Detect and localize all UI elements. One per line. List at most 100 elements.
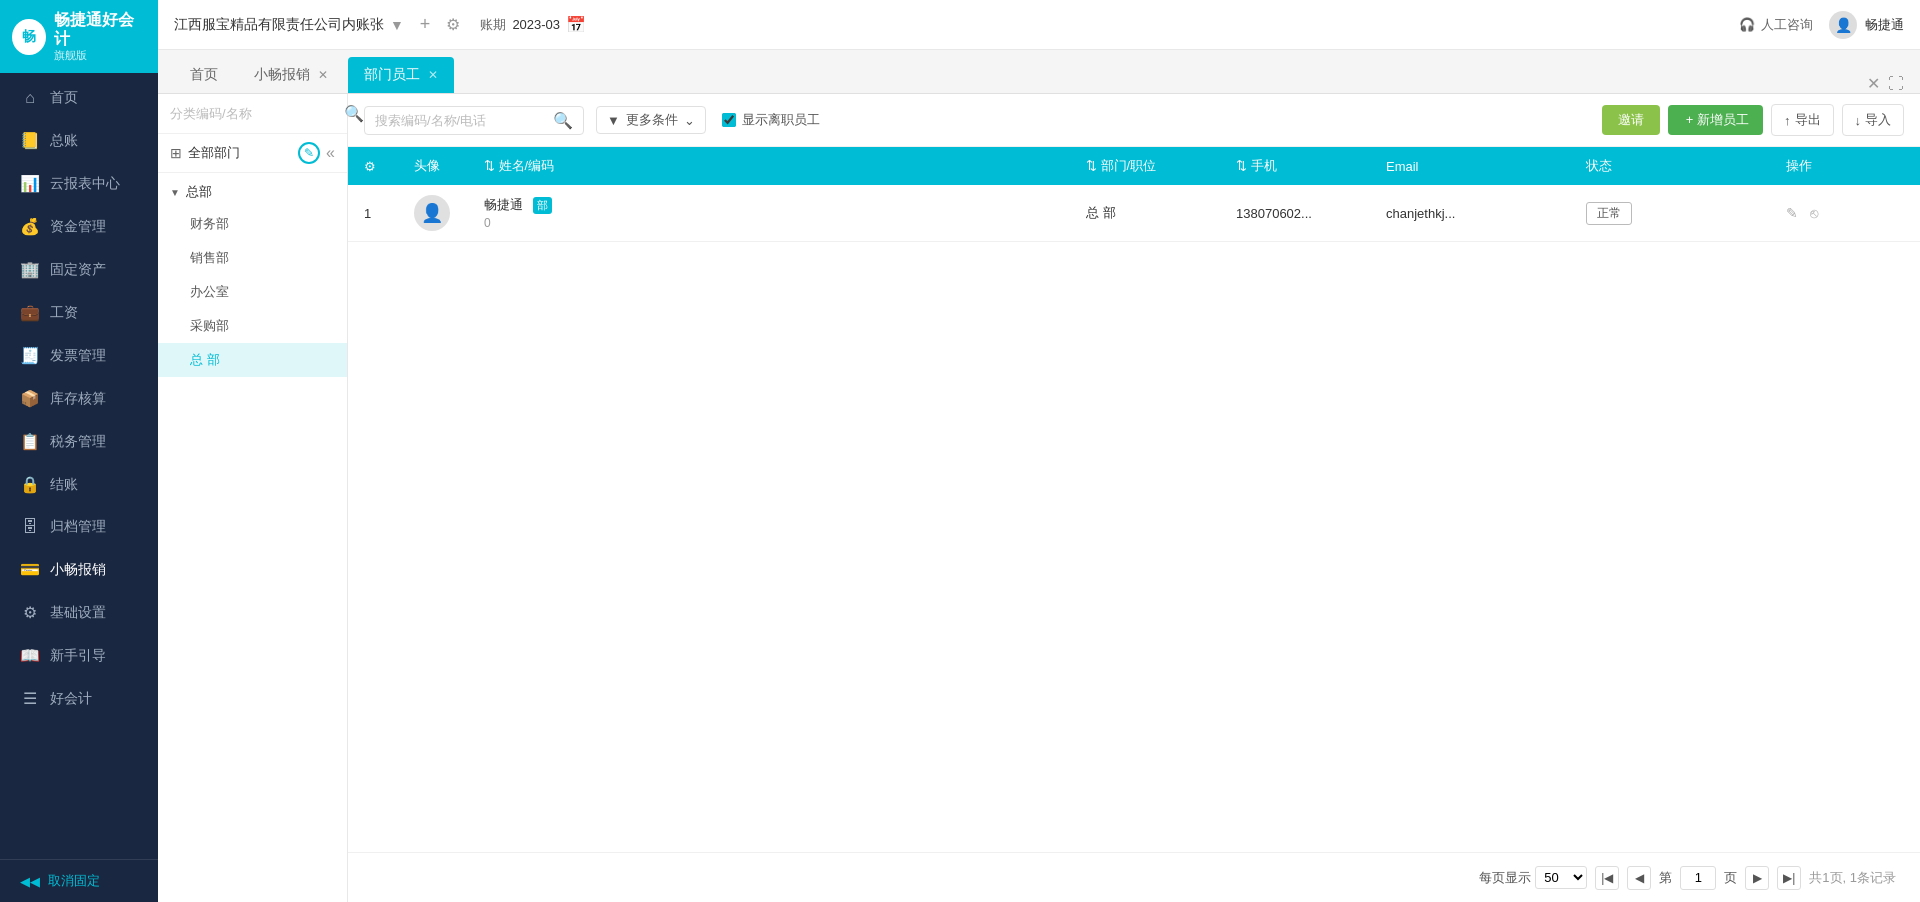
sidebar-item-salary[interactable]: 💼 工资 — [0, 291, 158, 334]
tab-dept-label: 部门员工 — [364, 66, 420, 84]
col-phone[interactable]: ⇅ 手机 — [1220, 147, 1370, 185]
sidebar-item-home[interactable]: ⌂ 首页 — [0, 77, 158, 119]
import-button[interactable]: ↓ 导入 — [1842, 104, 1905, 136]
inventory-icon: 📦 — [20, 389, 40, 408]
company-settings-icon[interactable]: ⚙ — [446, 15, 460, 34]
sidebar-item-settings[interactable]: ⚙ 基础设置 — [0, 591, 158, 634]
invite-button[interactable]: 邀请 — [1602, 105, 1660, 135]
cell-name: 畅捷通 部 0 — [468, 185, 1070, 242]
sidebar-item-archive[interactable]: 🗄 归档管理 — [0, 506, 158, 548]
last-page-button[interactable]: ▶| — [1777, 866, 1801, 890]
page-total: 共1页, 1条记录 — [1809, 869, 1896, 887]
tab-expense-close[interactable]: ✕ — [318, 68, 328, 82]
next-page-button[interactable]: ▶ — [1745, 866, 1769, 890]
col-name[interactable]: ⇅ 姓名/编码 — [468, 147, 1070, 185]
service-button[interactable]: 🎧 人工咨询 — [1739, 16, 1813, 34]
sidebar-item-closing[interactable]: 🔒 结账 — [0, 463, 158, 506]
content-area: 🔍 ⊞ 全部部门 ✎ « ▼ 总部 财务部 销售部 — [158, 94, 1920, 902]
page-number-input[interactable] — [1680, 866, 1716, 890]
cell-avatar: 👤 — [398, 185, 468, 242]
calendar-icon[interactable]: 📅 — [566, 15, 586, 34]
topbar-right: 🎧 人工咨询 👤 畅捷通 — [1739, 11, 1904, 39]
sidebar-item-fixed-assets[interactable]: 🏢 固定资产 — [0, 248, 158, 291]
page-no-label: 第 — [1659, 869, 1672, 887]
tabbar: 首页 小畅报销 ✕ 部门员工 ✕ ✕ ⛶ — [158, 50, 1920, 94]
sidebar-item-funds[interactable]: 💰 资金管理 — [0, 205, 158, 248]
sidebar-item-expense[interactable]: 💳 小畅报销 — [0, 548, 158, 591]
dept-item-sales[interactable]: 销售部 — [158, 241, 347, 275]
page-size-label: 每页显示 — [1479, 869, 1531, 887]
dept-item-general[interactable]: 总 部 — [158, 343, 347, 377]
user-menu[interactable]: 👤 畅捷通 — [1829, 11, 1904, 39]
dept-collapse-icon[interactable]: « — [326, 144, 335, 162]
dept-edit-icon[interactable]: ✎ — [298, 142, 320, 164]
show-resigned-checkbox[interactable] — [722, 113, 736, 127]
unpin-icon: ◀◀ — [20, 874, 40, 889]
guide-icon: 📖 — [20, 646, 40, 665]
import-label: 导入 — [1865, 111, 1891, 129]
sidebar-item-reports[interactable]: 📊 云报表中心 — [0, 162, 158, 205]
prev-page-button[interactable]: ◀ — [1627, 866, 1651, 890]
export-button[interactable]: ↑ 导出 — [1771, 104, 1834, 136]
archive-icon: 🗄 — [20, 518, 40, 536]
filter-button[interactable]: ▼ 更多条件 ⌄ — [596, 106, 706, 134]
cell-actions: ✎ ⎋ — [1770, 185, 1920, 242]
sidebar-item-invoice[interactable]: 🧾 发票管理 — [0, 334, 158, 377]
sidebar-item-guide[interactable]: 📖 新手引导 — [0, 634, 158, 677]
sidebar-item-label: 归档管理 — [50, 518, 106, 536]
employee-avatar: 👤 — [414, 195, 450, 231]
add-company-button[interactable]: + — [416, 14, 435, 35]
dept-item-finance[interactable]: 财务部 — [158, 207, 347, 241]
home-icon: ⌂ — [20, 89, 40, 107]
employee-code: 0 — [484, 216, 1054, 230]
col-dept[interactable]: ⇅ 部门/职位 — [1070, 147, 1220, 185]
sidebar-unpin[interactable]: ◀◀ 取消固定 — [0, 859, 158, 902]
company-name: 江西服宝精品有限责任公司内账张 — [174, 16, 384, 34]
add-employee-button[interactable]: + 新增员工 — [1668, 105, 1763, 135]
tab-expense-label: 小畅报销 — [254, 66, 310, 84]
period-value[interactable]: 2023-03 — [512, 17, 560, 32]
cell-status: 正常 — [1570, 185, 1770, 242]
table-row: 1 👤 畅捷通 部 0 总 部 — [348, 185, 1920, 242]
sidebar-item-tax[interactable]: 📋 税务管理 — [0, 420, 158, 463]
close-all-icon[interactable]: ✕ — [1867, 74, 1880, 93]
pagination: 每页显示 50 20 100 |◀ ◀ 第 页 ▶ ▶| 共1页, 1条记录 — [348, 852, 1920, 902]
delete-button[interactable]: ⎋ — [1810, 205, 1818, 221]
tabbar-actions: ✕ ⛶ — [1867, 74, 1904, 93]
employee-toolbar: 🔍 ▼ 更多条件 ⌄ 显示离职员工 邀请 + 新增员工 — [348, 94, 1920, 147]
employee-search-input[interactable] — [375, 113, 547, 128]
col-actions: 操作 — [1770, 147, 1920, 185]
employee-search-bar: 🔍 — [364, 106, 584, 135]
col-settings[interactable]: ⚙ — [348, 147, 398, 185]
company-selector[interactable]: 江西服宝精品有限责任公司内账张 ▼ — [174, 16, 404, 34]
dept-item-office[interactable]: 办公室 — [158, 275, 347, 309]
sidebar-item-label: 好会计 — [50, 690, 92, 708]
sidebar-item-inventory[interactable]: 📦 库存核算 — [0, 377, 158, 420]
expense-icon: 💳 — [20, 560, 40, 579]
dept-search-input[interactable] — [170, 106, 338, 121]
all-dept-label: 全部部门 — [188, 144, 292, 162]
show-resigned-group: 显示离职员工 — [722, 111, 820, 129]
cell-dept: 总 部 — [1070, 185, 1220, 242]
sidebar-logo[interactable]: 畅 畅捷通好会计 旗舰版 — [0, 0, 158, 73]
tab-dept-close[interactable]: ✕ — [428, 68, 438, 82]
dept-search-bar: 🔍 — [158, 94, 347, 134]
tab-expense[interactable]: 小畅报销 ✕ — [238, 57, 344, 93]
col-avatar: 头像 — [398, 147, 468, 185]
sidebar-item-label: 工资 — [50, 304, 78, 322]
sidebar-item-label: 首页 — [50, 89, 78, 107]
logo-icon: 畅 — [12, 19, 46, 55]
sidebar-item-general-ledger[interactable]: 📒 总账 — [0, 119, 158, 162]
dept-item-purchase[interactable]: 采购部 — [158, 309, 347, 343]
tab-dept-employee[interactable]: 部门员工 ✕ — [348, 57, 454, 93]
fullscreen-icon[interactable]: ⛶ — [1888, 75, 1904, 93]
sidebar-item-more[interactable]: ☰ 好会计 — [0, 677, 158, 720]
tab-home[interactable]: 首页 — [174, 57, 234, 93]
add-employee-label: + 新增员工 — [1686, 111, 1749, 129]
sidebar-item-label: 基础设置 — [50, 604, 106, 622]
page-size-select[interactable]: 50 20 100 — [1535, 866, 1587, 889]
employee-search-icon[interactable]: 🔍 — [553, 111, 573, 130]
dept-tree: ▼ 总部 财务部 销售部 办公室 采购部 总 部 — [158, 173, 347, 902]
edit-button[interactable]: ✎ — [1786, 205, 1798, 221]
first-page-button[interactable]: |◀ — [1595, 866, 1619, 890]
